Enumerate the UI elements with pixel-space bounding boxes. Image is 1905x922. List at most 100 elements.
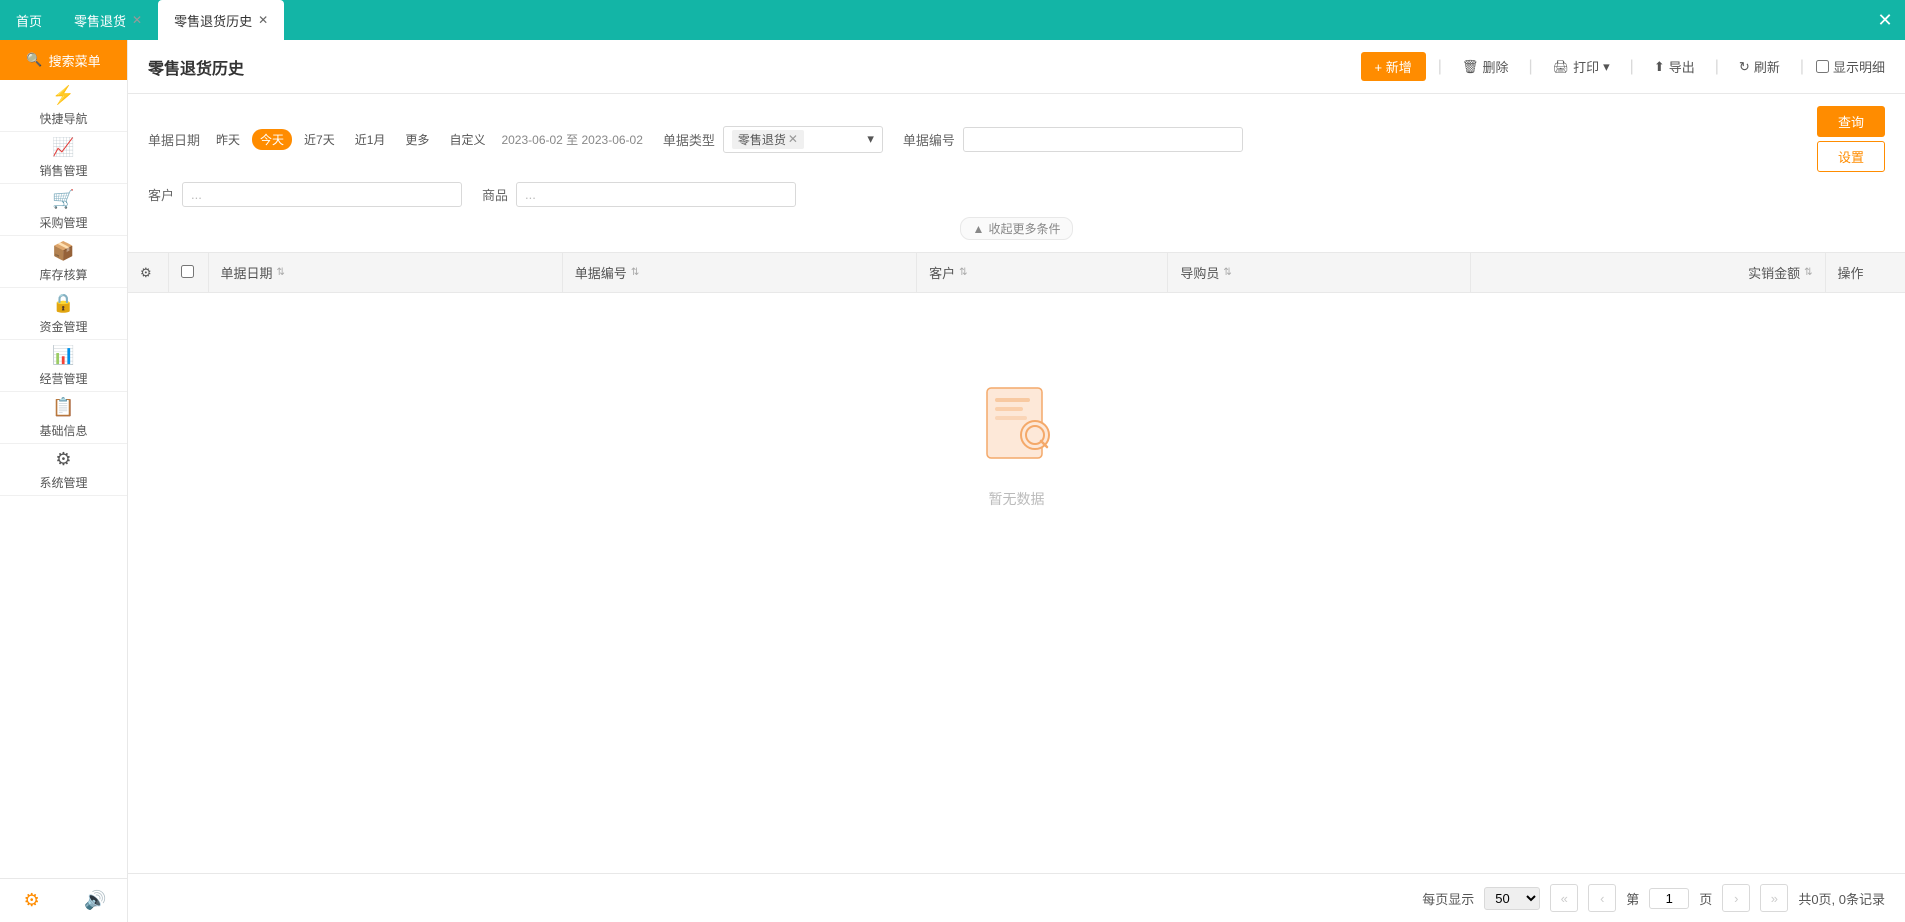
date-buttons: 昨天 今天 近7天 近1月 更多 自定义: [208, 129, 493, 150]
sidebar-item-purchase[interactable]: 🛒 采购管理: [0, 184, 127, 236]
sidebar-audio-icon: 🔊: [84, 890, 106, 911]
last-page-button[interactable]: »: [1760, 884, 1788, 912]
tab-retail-return-close[interactable]: ✕: [132, 13, 142, 27]
setting-icon: ⚙: [140, 265, 152, 280]
date-range: 2023-06-02 至 2023-06-02: [501, 131, 642, 148]
goods-filter-group: 商品 ...: [482, 182, 796, 207]
sidebar-item-basic-info-label: 基础信息: [39, 422, 87, 439]
tab-retail-return-history[interactable]: 零售退货历史 ✕: [158, 0, 284, 40]
voucher-type-filter-group: 单据类型 零售退货 ✕ ▾: [663, 126, 883, 153]
sidebar-item-purchase-label: 采购管理: [39, 214, 87, 231]
delete-button[interactable]: 🗑 删除: [1454, 53, 1517, 80]
sidebar-item-sales[interactable]: 📈 销售管理: [0, 132, 127, 184]
sidebar-settings-icon: ⚙: [24, 890, 40, 911]
tab-home[interactable]: 首页: [0, 0, 58, 40]
date-btn-custom[interactable]: 自定义: [441, 129, 493, 150]
page-suffix: 页: [1699, 889, 1712, 908]
th-date[interactable]: 单据日期 ⇅: [208, 253, 562, 293]
voucher-type-value: 零售退货: [738, 131, 786, 148]
filter-panel: 单据日期 昨天 今天 近7天 近1月 更多 自定义 2023-06-02 至 2…: [128, 94, 1905, 253]
print-icon: 🖨: [1553, 59, 1570, 75]
action-divider-3: |: [1630, 58, 1634, 76]
customer-input[interactable]: ...: [182, 182, 462, 207]
th-amount[interactable]: 实销金额 ⇅: [1471, 253, 1825, 293]
th-checkbox[interactable]: [168, 253, 208, 293]
content-area: 零售退货历史 + 新增 | 🗑 删除 | 🖨 打印 ▾ | ⬆ 导出: [128, 40, 1905, 922]
date-btn-more[interactable]: 更多: [397, 129, 437, 150]
data-table: ⚙ 单据日期 ⇅ 单据编号: [128, 253, 1905, 293]
sidebar-item-quick-nav[interactable]: ⚡ 快捷导航: [0, 80, 127, 132]
sidebar: 🔍 搜索菜单 ⚡ 快捷导航 📈 销售管理 🛒 采购管理 📦 库存核算 🔒: [0, 40, 128, 922]
voucher-type-select[interactable]: 零售退货 ✕ ▾: [723, 126, 883, 153]
date-btn-yesterday[interactable]: 昨天: [208, 129, 248, 150]
sidebar-item-basic-info[interactable]: 📋 基础信息: [0, 392, 127, 444]
refresh-button[interactable]: ↻ 刷新: [1731, 53, 1788, 80]
th-amount-sort-icon: ⇅: [1804, 267, 1812, 278]
window-close-button[interactable]: ✕: [1865, 0, 1905, 40]
sidebar-search-label: 搜索菜单: [49, 51, 101, 70]
display-label: 显示明细: [1833, 57, 1885, 76]
date-btn-today[interactable]: 今天: [252, 129, 292, 150]
tab-retail-return-label: 零售退货: [74, 11, 126, 30]
sidebar-item-quick-nav-label: 快捷导航: [39, 110, 87, 127]
tab-retail-return[interactable]: 零售退货 ✕: [58, 0, 158, 40]
table-header-row: ⚙ 单据日期 ⇅ 单据编号: [128, 253, 1905, 293]
query-button[interactable]: 查询: [1817, 106, 1885, 137]
print-button[interactable]: 🖨 打印 ▾: [1545, 53, 1618, 80]
table-header: ⚙ 单据日期 ⇅ 单据编号: [128, 253, 1905, 293]
refresh-icon: ↻: [1739, 59, 1750, 75]
th-guide[interactable]: 导购员 ⇅: [1168, 253, 1471, 293]
first-page-button[interactable]: «: [1550, 884, 1578, 912]
sales-icon: 📈: [52, 137, 74, 158]
set-button[interactable]: 设置: [1817, 141, 1885, 172]
prev-page-button[interactable]: ‹: [1588, 884, 1616, 912]
action-divider-4: |: [1715, 58, 1719, 76]
th-no[interactable]: 单据编号 ⇅: [562, 253, 916, 293]
date-btn-7days[interactable]: 近7天: [296, 129, 343, 150]
sidebar-item-management[interactable]: 📊 经营管理: [0, 340, 127, 392]
collapse-button[interactable]: ▲ 收起更多条件: [960, 217, 1074, 240]
sidebar-nav: ⚡ 快捷导航 📈 销售管理 🛒 采购管理 📦 库存核算 🔒 资金管理 📊: [0, 80, 127, 878]
inventory-icon: 📦: [52, 241, 74, 262]
filter-row-1: 单据日期 昨天 今天 近7天 近1月 更多 自定义 2023-06-02 至 2…: [148, 106, 1885, 172]
th-date-label: 单据日期: [221, 263, 273, 282]
empty-text: 暂无数据: [989, 489, 1045, 509]
th-customer-sort-icon: ⇅: [959, 267, 967, 278]
page-input[interactable]: [1649, 888, 1689, 909]
sidebar-item-inventory[interactable]: 📦 库存核算: [0, 236, 127, 288]
sidebar-item-finance-label: 资金管理: [39, 318, 87, 335]
collapse-label: 收起更多条件: [988, 220, 1060, 237]
sidebar-item-finance[interactable]: 🔒 资金管理: [0, 288, 127, 340]
export-icon: ⬆: [1654, 59, 1665, 75]
sidebar-item-system[interactable]: ⚙ 系统管理: [0, 444, 127, 496]
voucher-type-label: 单据类型: [663, 130, 715, 149]
date-btn-1month[interactable]: 近1月: [347, 129, 394, 150]
tab-retail-return-history-close[interactable]: ✕: [258, 13, 268, 27]
goods-input[interactable]: ...: [516, 182, 796, 207]
basic-info-icon: 📋: [52, 397, 74, 418]
th-setting[interactable]: ⚙: [128, 253, 168, 293]
sidebar-settings-button[interactable]: ⚙: [12, 881, 52, 921]
th-no-sort-icon: ⇅: [631, 267, 639, 278]
voucher-type-tag-close[interactable]: ✕: [788, 132, 798, 146]
th-customer[interactable]: 客户 ⇅: [917, 253, 1168, 293]
export-button[interactable]: ⬆ 导出: [1646, 53, 1703, 80]
th-actions-label: 操作: [1838, 266, 1864, 281]
new-button[interactable]: + 新增: [1361, 52, 1426, 81]
sidebar-audio-button[interactable]: 🔊: [75, 881, 115, 921]
date-filter-label: 单据日期: [148, 130, 200, 149]
header-actions: + 新增 | 🗑 删除 | 🖨 打印 ▾ | ⬆ 导出 |: [1361, 52, 1885, 81]
sidebar-item-inventory-label: 库存核算: [39, 266, 87, 283]
sidebar-search[interactable]: 🔍 搜索菜单: [0, 40, 127, 80]
next-page-button[interactable]: ›: [1722, 884, 1750, 912]
empty-state-icon: [967, 373, 1067, 473]
quick-nav-icon: ⚡: [52, 85, 74, 106]
display-checkbox[interactable]: [1816, 60, 1829, 73]
display-toggle[interactable]: 显示明细: [1816, 57, 1885, 76]
per-page-select[interactable]: 50 10 20 100: [1484, 887, 1540, 910]
table-footer: 每页显示 50 10 20 100 « ‹ 第 页 › » 共0页, 0条记录: [128, 873, 1905, 922]
finance-icon: 🔒: [52, 293, 74, 314]
select-all-checkbox[interactable]: [181, 265, 194, 278]
sidebar-item-system-label: 系统管理: [39, 474, 87, 491]
voucher-no-input[interactable]: [963, 127, 1243, 152]
